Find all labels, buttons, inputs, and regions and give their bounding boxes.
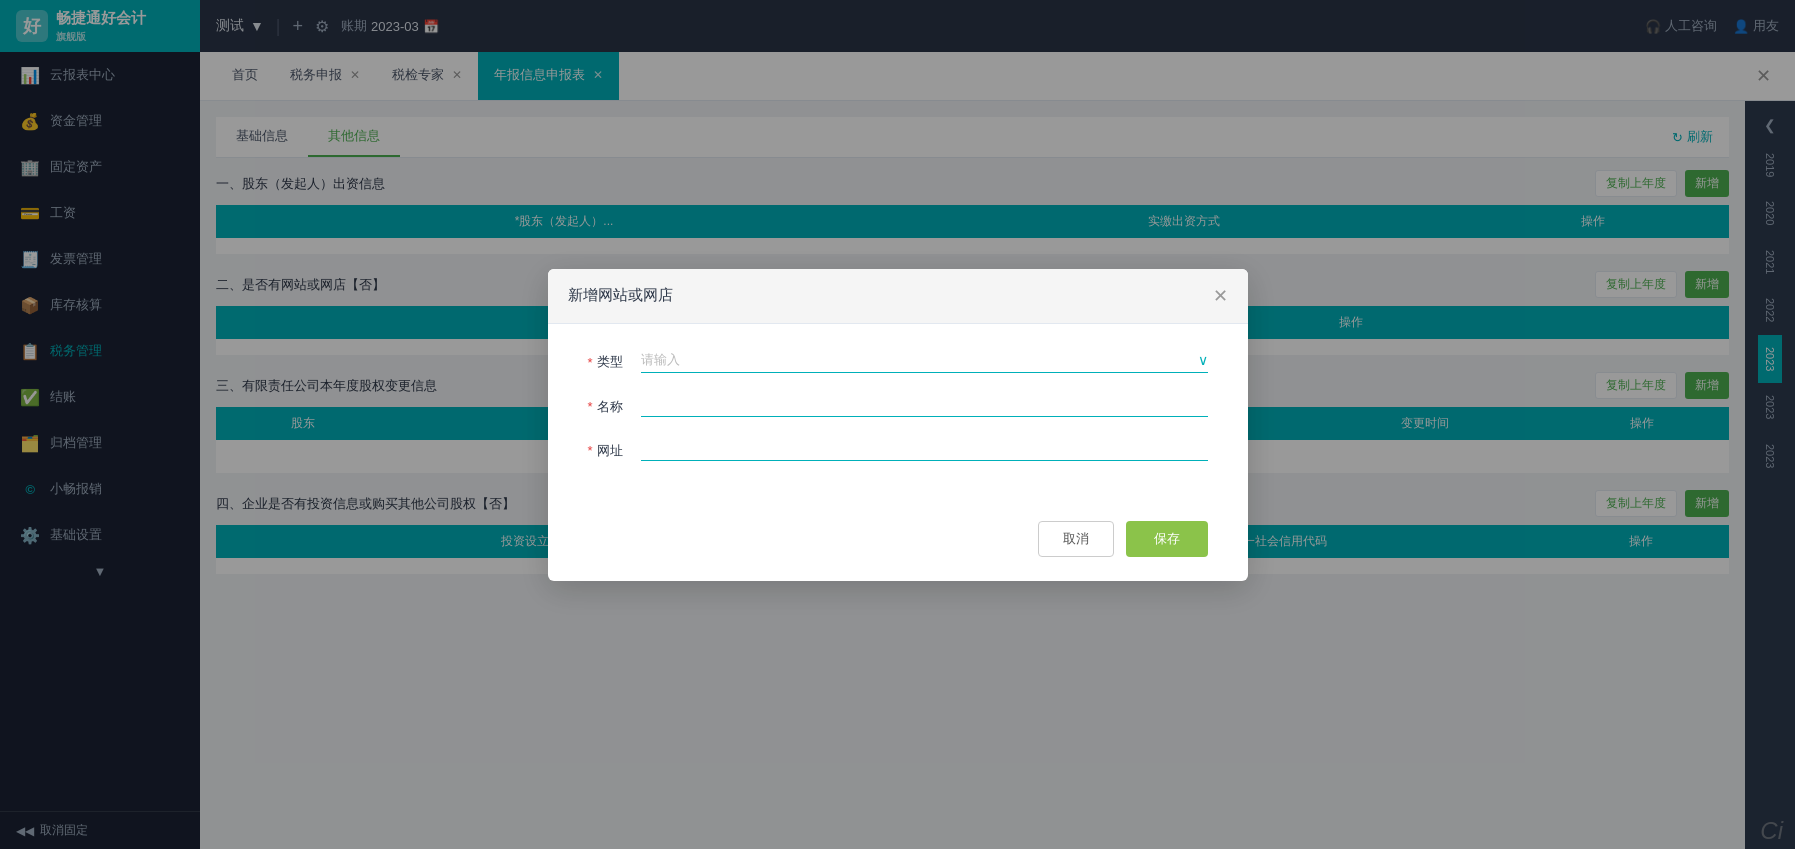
- save-button[interactable]: 保存: [1126, 521, 1208, 557]
- form-row-name: * 名称: [588, 397, 1208, 417]
- field-label-name: 名称: [597, 398, 629, 416]
- required-star-type: *: [588, 355, 593, 370]
- url-input-wrap: [641, 441, 1208, 461]
- required-star-url: *: [588, 443, 593, 458]
- modal-body: * 类型 ∨ * 名称 * 网址: [548, 324, 1248, 505]
- cancel-button[interactable]: 取消: [1038, 521, 1114, 557]
- field-label-url: 网址: [597, 442, 629, 460]
- name-input-wrap: [641, 397, 1208, 417]
- form-row-url: * 网址: [588, 441, 1208, 461]
- field-label-type: 类型: [597, 353, 629, 371]
- url-input[interactable]: [641, 441, 1208, 456]
- modal-title: 新增网站或网店: [568, 286, 673, 305]
- name-input[interactable]: [641, 397, 1208, 412]
- type-input[interactable]: [641, 352, 1198, 367]
- modal-overlay: 新增网站或网店 ✕ * 类型 ∨ * 名称: [0, 0, 1795, 849]
- modal-header: 新增网站或网店 ✕: [548, 269, 1248, 324]
- modal-footer: 取消 保存: [548, 505, 1248, 581]
- form-row-type: * 类型 ∨: [588, 352, 1208, 373]
- dropdown-arrow-icon[interactable]: ∨: [1198, 352, 1208, 368]
- modal-close-btn[interactable]: ✕: [1213, 285, 1228, 307]
- modal-add-website: 新增网站或网店 ✕ * 类型 ∨ * 名称: [548, 269, 1248, 581]
- required-star-name: *: [588, 399, 593, 414]
- type-input-wrap: ∨: [641, 352, 1208, 373]
